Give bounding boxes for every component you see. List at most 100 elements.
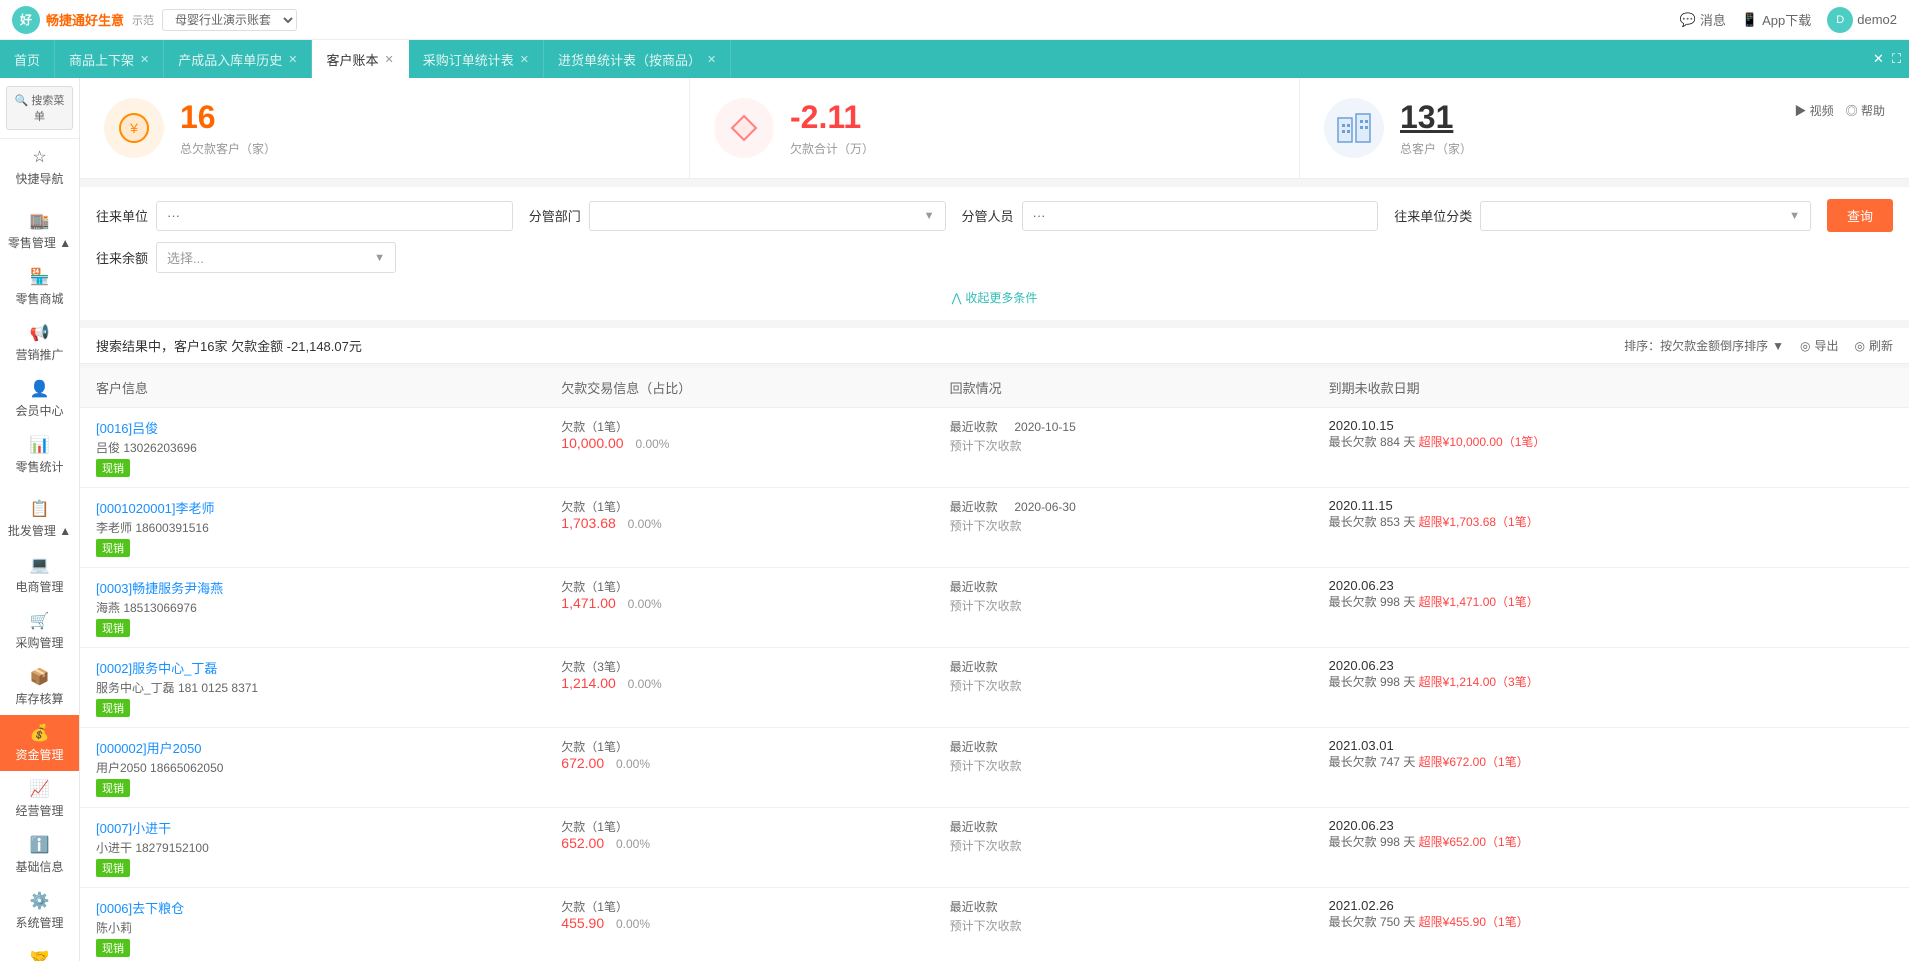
customer-id-name[interactable]: [0002]服务中心_丁磊 bbox=[96, 658, 529, 677]
close-icon[interactable]: ✕ bbox=[140, 53, 149, 66]
next-collect: 预计下次收款 bbox=[950, 597, 1297, 614]
overdue-amount[interactable]: 超限¥455.90（1笔） bbox=[1419, 915, 1529, 929]
overdue-amount[interactable]: 超限¥10,000.00（1笔） bbox=[1419, 435, 1546, 449]
col-collect-info: 回款情况 bbox=[934, 368, 1313, 408]
avatar: D bbox=[1827, 7, 1853, 33]
member-icon: 👤 bbox=[30, 379, 50, 399]
customer-id-name[interactable]: [0003]畅捷服务尹海燕 bbox=[96, 578, 529, 597]
debt-count: 欠款（1笔） bbox=[561, 498, 917, 515]
close-icon[interactable]: ✕ bbox=[385, 53, 394, 66]
sidebar-item-label: 营销推广 bbox=[15, 346, 63, 363]
system-icon: ⚙️ bbox=[30, 891, 50, 911]
sidebar-item-retail-stats[interactable]: 📊 零售统计 bbox=[0, 427, 79, 483]
due-date: 2020.10.15 bbox=[1329, 418, 1893, 433]
tab-inbound-stats[interactable]: 进货单统计表（按商品） ✕ bbox=[544, 40, 731, 78]
maximize-icon[interactable]: ⛶ bbox=[1892, 51, 1901, 67]
collapse-up-icon: ⋀ bbox=[952, 291, 962, 305]
sidebar-item-operation[interactable]: 📈 经营管理 bbox=[0, 771, 79, 827]
overdue-info: 最长欠款 747 天 超限¥672.00（1笔） bbox=[1329, 753, 1893, 770]
customer-id-name[interactable]: [0016]吕俊 bbox=[96, 418, 529, 437]
customer-tag: 现销 bbox=[96, 539, 130, 557]
customer-id-name[interactable]: [000002]用户2050 bbox=[96, 738, 529, 757]
help-btn[interactable]: ◎ 帮助 bbox=[1846, 102, 1885, 119]
total-customers-label: 总客户（家） bbox=[1400, 140, 1778, 157]
due-date: 2020.06.23 bbox=[1329, 578, 1893, 593]
sort-control[interactable]: 排序：按欠款金额倒序排序 ▼ bbox=[1624, 337, 1784, 354]
user-btn[interactable]: D demo2 bbox=[1827, 7, 1897, 33]
store-selector[interactable]: 母婴行业演示账套 bbox=[162, 9, 297, 31]
debt-amount: 652.00 0.00% bbox=[561, 835, 917, 851]
app-download-btn[interactable]: 📱 App下载 bbox=[1742, 10, 1811, 29]
sidebar-item-system[interactable]: ⚙️ 系统管理 bbox=[0, 883, 79, 939]
debt-amount-number: -2.11 bbox=[790, 99, 1275, 136]
tab-purchase-stats[interactable]: 采购订单统计表 ✕ bbox=[409, 40, 544, 78]
close-icon[interactable]: ✕ bbox=[520, 53, 529, 66]
chevron-down-icon: ▼ bbox=[1789, 210, 1800, 222]
overdue-amount[interactable]: 超限¥1,214.00（3笔） bbox=[1419, 675, 1539, 689]
balance-select[interactable]: 选择... ▼ bbox=[156, 242, 396, 273]
dept-select[interactable]: ▼ bbox=[589, 201, 946, 231]
manager-input[interactable]: ··· bbox=[1022, 201, 1379, 231]
sidebar-item-label: 经营管理 bbox=[15, 802, 63, 819]
customer-tag: 现销 bbox=[96, 619, 130, 637]
collapse-btn[interactable]: ⋀ 收起更多条件 bbox=[96, 283, 1893, 308]
sidebar-item-purchase[interactable]: 🛒 采购管理 bbox=[0, 603, 79, 659]
search-menu-btn[interactable]: 🔍 搜索菜单 bbox=[6, 86, 73, 130]
due-date: 2020.06.23 bbox=[1329, 818, 1893, 833]
next-collect: 预计下次收款 bbox=[950, 437, 1297, 454]
overdue-amount[interactable]: 超限¥1,703.68（1笔） bbox=[1419, 515, 1539, 529]
tab-bar: 首页 商品上下架 ✕ 产成品入库单历史 ✕ 客户账本 ✕ 采购订单统计表 ✕ 进… bbox=[0, 40, 1909, 78]
customer-id-name[interactable]: [0007]小进干 bbox=[96, 818, 529, 837]
overdue-info: 最长欠款 998 天 超限¥1,471.00（1笔） bbox=[1329, 593, 1893, 610]
next-collect: 预计下次收款 bbox=[950, 677, 1297, 694]
app-name: 畅捷通好生意 bbox=[46, 10, 124, 29]
search-button[interactable]: 查询 bbox=[1827, 199, 1893, 232]
sidebar-item-label: 零售管理 ▲ bbox=[8, 234, 71, 251]
video-btn[interactable]: ▶ 视频 bbox=[1794, 102, 1833, 119]
customer-tag: 现销 bbox=[96, 459, 130, 477]
close-icon[interactable]: ✕ bbox=[288, 53, 297, 66]
result-summary: 搜索结果中，客户16家 欠款金额 -21,148.07元 bbox=[96, 336, 362, 355]
customer-id-name[interactable]: [0001020001]李老师 bbox=[96, 498, 529, 517]
source-unit-input[interactable]: ··· bbox=[156, 201, 513, 231]
due-date: 2020.11.15 bbox=[1329, 498, 1893, 513]
main-layout: 🔍 搜索菜单 ☆ 快捷导航 🏬 零售管理 ▲ 🏪 零售商城 📢 营销推广 👤 会… bbox=[0, 78, 1909, 961]
message-btn[interactable]: 💬 消息 bbox=[1680, 10, 1726, 29]
chevron-down-icon: ▼ bbox=[374, 252, 385, 264]
col-due-date: 到期未收款日期 bbox=[1313, 368, 1909, 408]
sidebar-item-member[interactable]: 👤 会员中心 bbox=[0, 371, 79, 427]
sidebar-item-batch-mgmt[interactable]: 📋 批发管理 ▲ bbox=[0, 491, 79, 547]
latest-collect: 最近收款 2020-06-30 bbox=[950, 498, 1297, 515]
tab-customer-account[interactable]: 客户账本 ✕ bbox=[312, 40, 408, 78]
tab-product-off[interactable]: 商品上下架 ✕ bbox=[55, 40, 164, 78]
tab-home[interactable]: 首页 bbox=[0, 40, 55, 78]
customer-id-name[interactable]: [0006]去下粮仓 bbox=[96, 898, 529, 917]
customer-phone: 服务中心_丁磊 181 0125 8371 bbox=[96, 679, 529, 696]
overdue-amount[interactable]: 超限¥1,471.00（1笔） bbox=[1419, 595, 1539, 609]
overdue-info: 最长欠款 998 天 超限¥1,214.00（3笔） bbox=[1329, 673, 1893, 690]
unit-category-select[interactable]: ▼ bbox=[1480, 201, 1811, 231]
refresh-btn[interactable]: ◎ 刷新 bbox=[1855, 337, 1894, 354]
tab-produce-history[interactable]: 产成品入库单历史 ✕ bbox=[164, 40, 312, 78]
sidebar-item-basic[interactable]: ℹ️ 基础信息 bbox=[0, 827, 79, 883]
message-icon: 💬 bbox=[1680, 12, 1696, 28]
minimize-icon[interactable]: ✕ bbox=[1873, 51, 1884, 67]
tab-purchase-stats-label: 采购订单统计表 bbox=[423, 50, 514, 69]
sidebar-item-enterprise[interactable]: 🤝 企业协同 bbox=[0, 939, 79, 961]
overdue-amount[interactable]: 超限¥672.00（1笔） bbox=[1419, 755, 1529, 769]
close-icon[interactable]: ✕ bbox=[707, 53, 716, 66]
sidebar-item-marketing[interactable]: 📢 营销推广 bbox=[0, 315, 79, 371]
overdue-amount[interactable]: 超限¥652.00（1笔） bbox=[1419, 835, 1529, 849]
sidebar-item-capital[interactable]: 💰 资金管理 bbox=[0, 715, 79, 771]
enterprise-icon: 🤝 bbox=[30, 947, 50, 961]
customer-phone: 李老师 18600391516 bbox=[96, 519, 529, 536]
export-btn[interactable]: ◎ 导出 bbox=[1800, 337, 1839, 354]
collect-info-cell: 最近收款 预计下次收款 bbox=[934, 648, 1313, 728]
sidebar-item-retail-mall[interactable]: 🏪 零售商城 bbox=[0, 259, 79, 315]
sidebar-item-ecommerce[interactable]: 💻 电商管理 bbox=[0, 547, 79, 603]
retail-stats-icon: 📊 bbox=[30, 435, 50, 455]
sidebar-item-retail-mgmt[interactable]: 🏬 零售管理 ▲ bbox=[0, 203, 79, 259]
svg-text:¥: ¥ bbox=[129, 120, 138, 136]
export-icon: ◎ bbox=[1800, 339, 1810, 353]
sidebar-item-inventory[interactable]: 📦 库存核算 bbox=[0, 659, 79, 715]
